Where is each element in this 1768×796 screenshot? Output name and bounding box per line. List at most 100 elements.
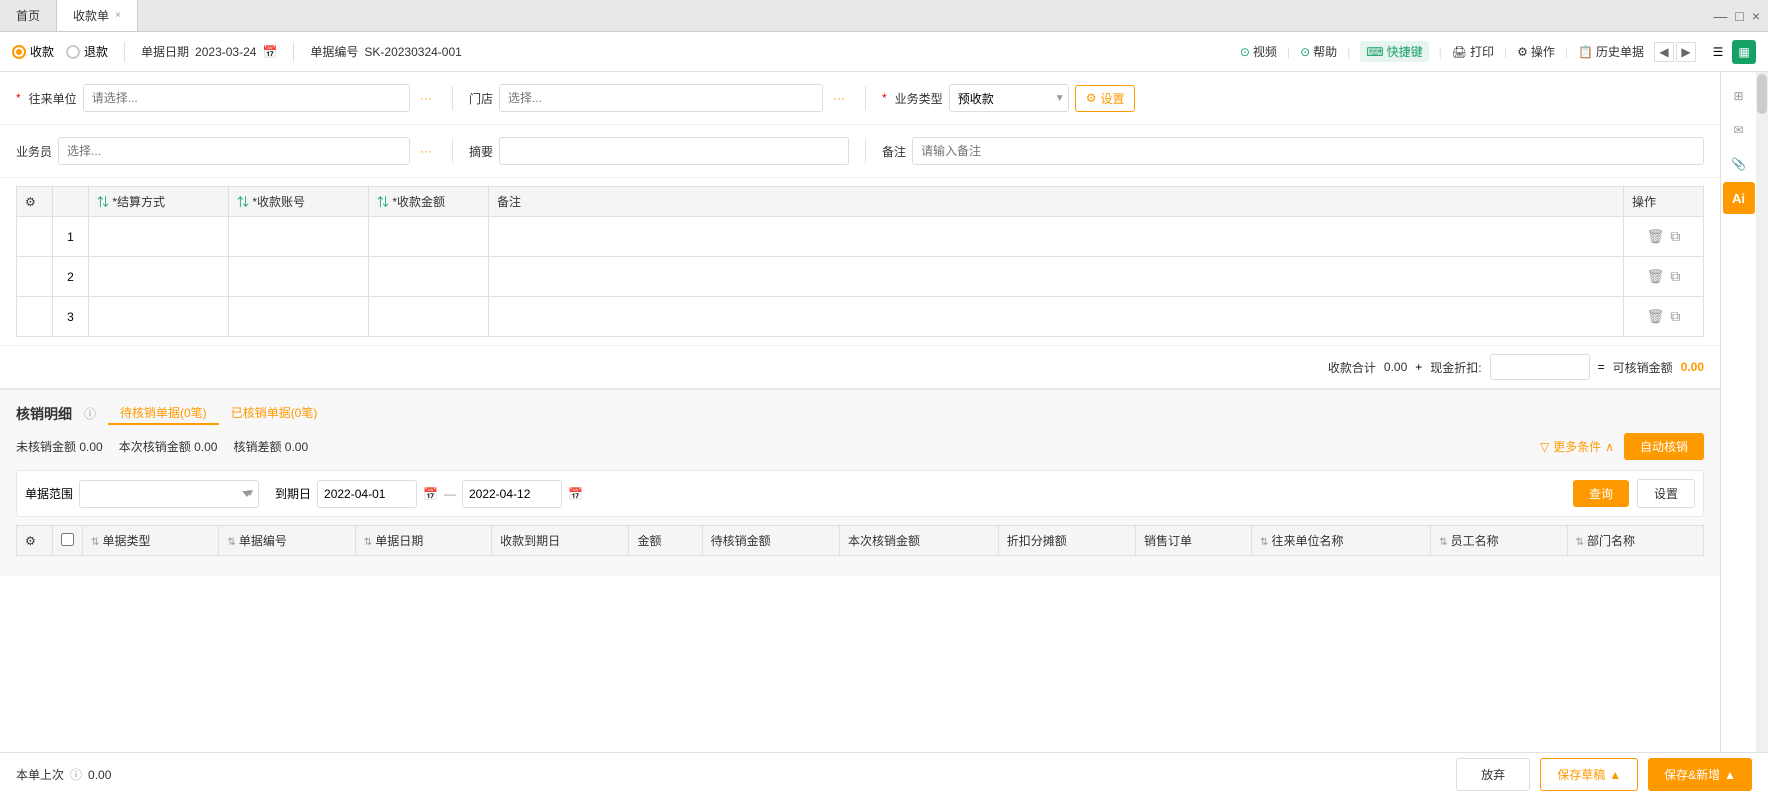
partner-more-btn[interactable]: ··· [416,91,436,105]
minimize-icon[interactable]: — [1713,8,1727,24]
col-setting-2-header[interactable]: ⚙ [17,526,53,556]
salesperson-input[interactable] [58,137,410,165]
store-more-btn[interactable]: ··· [829,91,849,105]
tab-receipt-label: 收款单 [73,7,109,24]
cal-to-icon[interactable]: 📅 [568,487,583,501]
row2-settlement[interactable] [89,257,229,297]
settings-label: 设置 [1100,90,1124,107]
radio-receipt[interactable]: 收款 [12,43,54,60]
diff-stat: 核销差额 0.00 [233,438,308,455]
col-dept-header: ⇅ 部门名称 [1567,526,1703,556]
row2-copy-icon[interactable]: ⧉ [1670,268,1680,285]
tab-home[interactable]: 首页 [0,0,57,31]
filter-actions: 查询 设置 [1573,479,1695,508]
sort-icon-2: ⇅ [237,195,249,209]
col-checkbox-header[interactable] [53,526,83,556]
summary-row: 收款合计 0.00 + 现金折扣: = 可核销金额 0.00 [0,345,1720,388]
store-input[interactable] [499,84,823,112]
business-type-select[interactable] [949,84,1069,112]
settings-button[interactable]: ⚙ 设置 [1075,85,1136,112]
list-view-icon[interactable]: ☰ [1706,40,1730,64]
partner-input[interactable] [83,84,410,112]
col-setting-header[interactable]: ⚙ [17,187,53,217]
table-row: 2 🗑 ⧉ [17,257,1704,297]
row3-copy-icon[interactable]: ⧉ [1670,308,1680,325]
operate-action[interactable]: ⚙ 操作 [1517,43,1555,60]
sidebar-attach-icon[interactable]: 📎 [1723,148,1755,180]
salesperson-label: 业务员 [16,143,52,160]
row1-account[interactable] [229,217,369,257]
discard-btn[interactable]: 放弃 [1456,758,1530,791]
filter-row: 单据范围 ▼ 到期日 📅 — 📅 [16,470,1704,517]
save-new-btn[interactable]: 保存&新增 ▲ [1648,758,1752,791]
nav-prev[interactable]: ◀ [1654,42,1674,62]
date-field-group: 单据日期 2023-03-24 📅 [141,43,277,60]
tab-close-icon[interactable]: × [115,10,121,21]
nav-next[interactable]: ▶ [1676,42,1696,62]
total-label: 收款合计 [1328,359,1376,376]
row3-delete-icon[interactable]: 🗑 [1647,308,1665,325]
calendar-icon[interactable]: 📅 [262,45,277,59]
summary-input[interactable] [499,137,849,165]
row2-remark[interactable] [489,257,1624,297]
row1-copy-icon[interactable]: ⧉ [1670,228,1680,245]
date-dash: — [444,487,456,501]
doc-range-select[interactable] [79,480,259,508]
verify-info-icon[interactable]: ⓘ [84,405,96,422]
save-draft-btn[interactable]: 保存草稿 ▲ [1540,758,1638,791]
restore-icon[interactable]: □ [1735,8,1743,24]
verify-settings-btn[interactable]: 设置 [1637,479,1695,508]
radio-refund[interactable]: 退款 [66,43,108,60]
sidebar-mail-icon[interactable]: ✉ [1723,114,1755,146]
divider-1 [452,86,453,110]
more-conditions-btn[interactable]: ▽ 更多条件 ∧ [1540,438,1614,455]
video-label: 视频 [1253,43,1277,60]
tab-receipt[interactable]: 收款单 × [57,0,138,31]
sidebar-ai-icon[interactable]: Ai [1723,182,1755,214]
row2-action: 🗑 ⧉ [1624,257,1704,297]
due-date-to-input[interactable] [462,480,562,508]
window-close-icon[interactable]: × [1752,8,1760,24]
col-account-header: ⇅ *收款账号 [229,187,369,217]
table-header: ⚙ ⇅ *结算方式 ⇅ *收款账号 ⇅ *收款金额 [17,187,1704,217]
row3-account[interactable] [229,297,369,337]
help-action[interactable]: ⊙ 帮助 [1300,43,1337,60]
row3-setting [17,297,53,337]
shortcut-action[interactable]: ⌨ 快捷键 [1360,41,1428,62]
row1-delete-icon[interactable]: 🗑 [1647,228,1665,245]
footer: 本单上次 ⓘ 0.00 放弃 保存草稿 ▲ 保存&新增 ▲ [0,752,1768,796]
info-icon[interactable]: ⓘ [70,766,82,783]
row3-amount[interactable] [369,297,489,337]
history-action[interactable]: 📋 历史单据 [1578,43,1644,60]
row3-remark[interactable] [489,297,1624,337]
discount-input[interactable] [1490,354,1590,380]
row3-settlement[interactable] [89,297,229,337]
row1-amount[interactable] [369,217,489,257]
pending-tab[interactable]: 待核销单据(0笔) [108,402,219,425]
sidebar-table-icon[interactable]: ⊞ [1723,80,1755,112]
cal-from-icon[interactable]: 📅 [423,487,438,501]
row2-amount[interactable] [369,257,489,297]
salesperson-more-btn[interactable]: ··· [416,144,436,158]
tab-home-label: 首页 [16,7,40,24]
radio-refund-label: 退款 [84,43,108,60]
row1-settlement[interactable] [89,217,229,257]
select-all-checkbox[interactable] [61,533,74,546]
discard-label: 放弃 [1481,768,1505,782]
video-action[interactable]: ⊙ 视频 [1240,43,1277,60]
query-btn[interactable]: 查询 [1573,480,1629,507]
done-tab[interactable]: 已核销单据(0笔) [219,402,330,425]
operate-icon: ⚙ [1517,45,1528,59]
col-doc-date-header: ⇅ 单据日期 [355,526,491,556]
remark-input[interactable] [912,137,1704,165]
row1-action: 🗑 ⧉ [1624,217,1704,257]
total-value: 0.00 [1384,360,1407,374]
print-action[interactable]: 🖨 打印 [1452,43,1494,60]
row2-delete-icon[interactable]: 🗑 [1647,268,1665,285]
row1-remark[interactable] [489,217,1624,257]
bottom-table-section: ⚙ ⇅ 单据类型 ⇅ 单据编号 ⇅ [16,525,1704,564]
due-date-from-input[interactable] [317,480,417,508]
auto-verify-btn[interactable]: 自动核销 [1624,433,1704,460]
grid-view-icon[interactable]: ▦ [1732,40,1756,64]
row2-account[interactable] [229,257,369,297]
